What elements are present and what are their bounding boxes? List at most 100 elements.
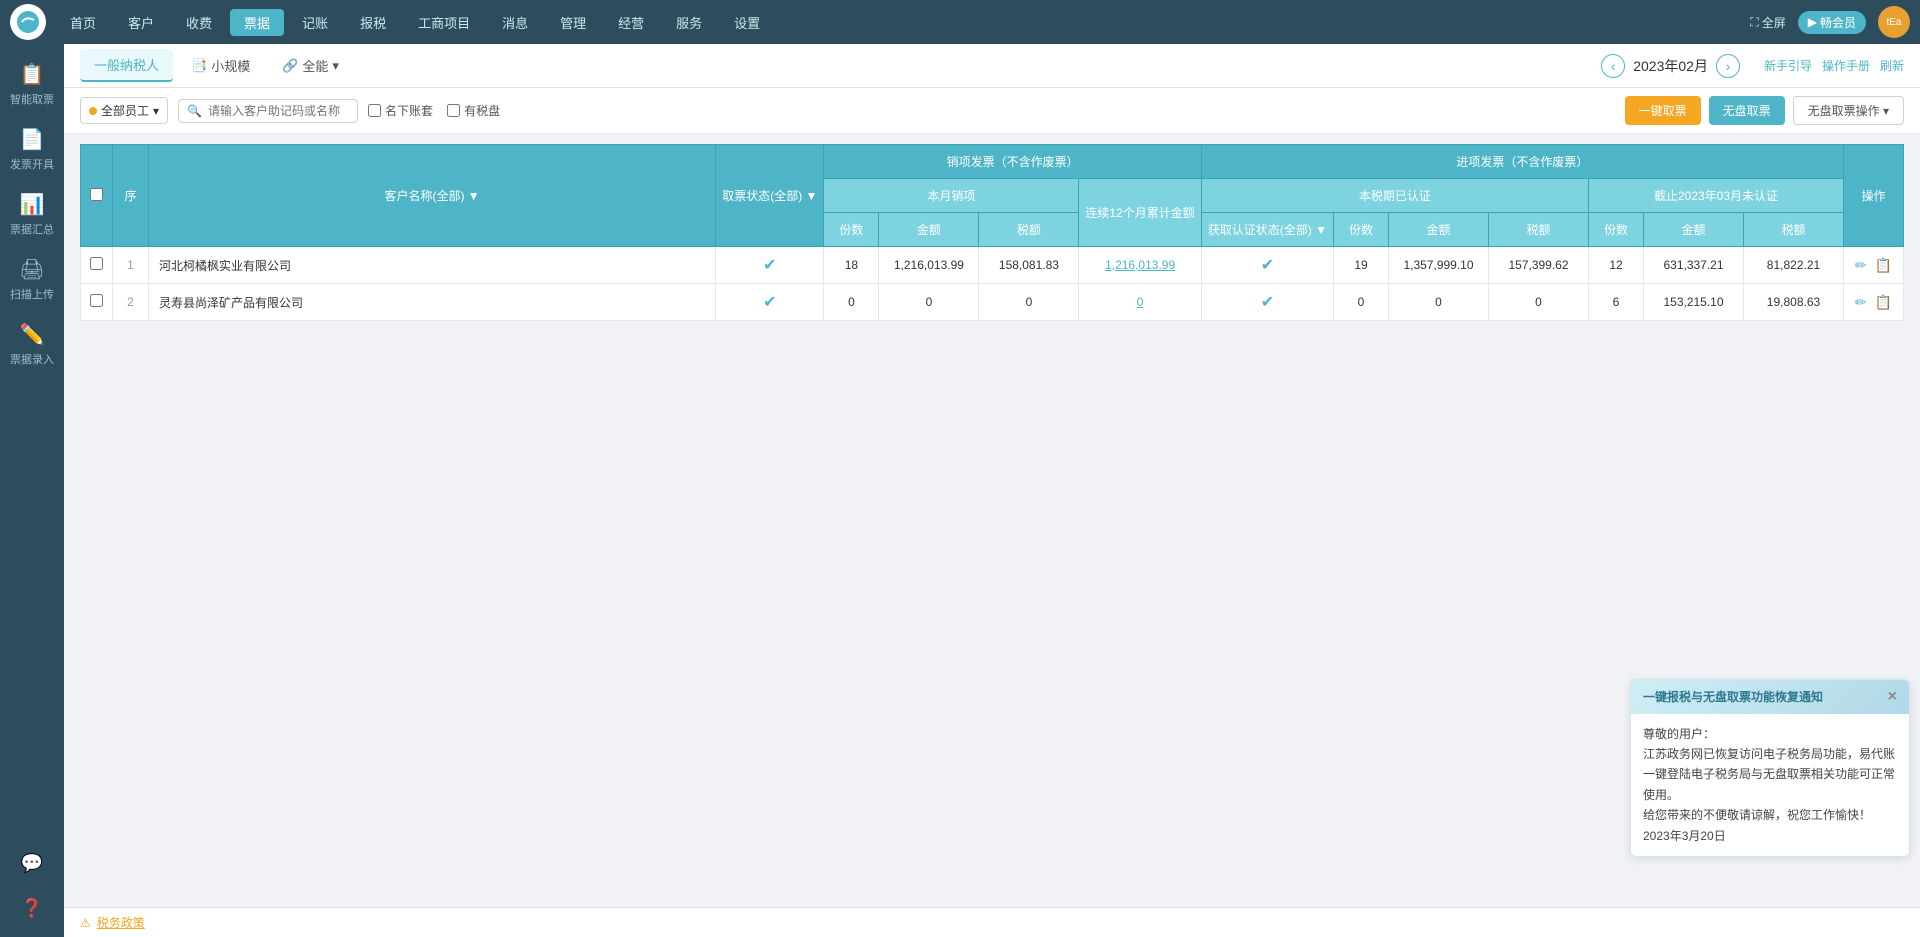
row-action-0: ✏ 📋 bbox=[1844, 247, 1904, 284]
th-checkbox bbox=[81, 145, 113, 247]
edit-icon-1[interactable]: ✏ bbox=[1855, 294, 1867, 311]
row-action-1: ✏ 📋 bbox=[1844, 284, 1904, 321]
sidebar-item-scan-upload[interactable]: 🖨 扫描上传 bbox=[4, 249, 60, 310]
invoice-open-icon: 📄 bbox=[20, 127, 45, 152]
row-index-0: 1 bbox=[113, 247, 149, 284]
search-box[interactable]: 🔍 bbox=[178, 99, 358, 123]
nav-items: 首页 客户 收费 票据 记账 报税 工商项目 消息 管理 经营 服务 设置 bbox=[56, 9, 1750, 36]
tab-general-taxpayer[interactable]: 一般纳税人 bbox=[80, 49, 173, 82]
th-cert-status: 获取认证状态(全部) ▼ bbox=[1201, 213, 1333, 247]
notification-close-btn[interactable]: × bbox=[1888, 688, 1897, 706]
detail-icon-1[interactable]: 📋 bbox=[1875, 294, 1892, 311]
sidebar-bottom: 💬 ❓ bbox=[4, 845, 60, 927]
nav-invoice[interactable]: 票据 bbox=[230, 9, 284, 36]
th-purchase-group: 进项发票（不含作废票） bbox=[1201, 145, 1843, 179]
tab-all[interactable]: 🔗 全能 ▾ bbox=[268, 50, 353, 81]
date-navigation: ‹ 2023年02月 › bbox=[1601, 54, 1740, 78]
scan-upload-icon: 🖨 bbox=[19, 257, 44, 282]
search-icon: 🔍 bbox=[187, 104, 202, 118]
edit-icon-0[interactable]: ✏ bbox=[1855, 257, 1867, 274]
nav-service[interactable]: 服务 bbox=[662, 9, 716, 36]
nav-manage[interactable]: 管理 bbox=[546, 9, 600, 36]
invoice-summary-icon: 📊 bbox=[20, 192, 45, 217]
checkbox-account-input[interactable] bbox=[368, 104, 381, 117]
table-row: 1 河北柯橘枫实业有限公司 ✔ 18 1,216,013.99 158,081.… bbox=[81, 247, 1904, 284]
th-purchase-tax: 税额 bbox=[1489, 213, 1589, 247]
row-sales-amount-0: 1,216,013.99 bbox=[879, 247, 979, 284]
next-month-btn[interactable]: › bbox=[1716, 54, 1740, 78]
help-icon: ❓ bbox=[21, 898, 43, 919]
row-checkbox-0[interactable] bbox=[81, 247, 113, 284]
no-disk-ticket-more-btn[interactable]: 无盘取票操作 ▾ bbox=[1793, 96, 1904, 125]
checkbox-account[interactable]: 名下账套 bbox=[368, 102, 433, 119]
sidebar-item-invoice-open[interactable]: 📄 发票开具 bbox=[4, 119, 60, 180]
tax-policy-link[interactable]: 税务政策 bbox=[97, 914, 145, 931]
fullscreen-btn[interactable]: ⛶ 全屏 bbox=[1750, 14, 1785, 31]
th-unverified-tax: 税额 bbox=[1744, 213, 1844, 247]
top-navigation: 首页 客户 收费 票据 记账 报税 工商项目 消息 管理 经营 服务 设置 ⛶ … bbox=[0, 0, 1920, 44]
th-client-name: 客户名称(全部) ▼ bbox=[149, 145, 716, 247]
vip-btn[interactable]: ▶ 畅会员 bbox=[1798, 11, 1866, 34]
refresh-btn[interactable]: 刷新 bbox=[1880, 57, 1904, 74]
smart-ticket-icon: 📋 bbox=[20, 62, 45, 87]
tab-small-scale[interactable]: 📑 小规模 bbox=[177, 50, 264, 81]
checkbox-taxpad-input[interactable] bbox=[447, 104, 460, 117]
row-unverified-tax-0: 81,822.21 bbox=[1744, 247, 1844, 284]
row-purchase-amount-1: 0 bbox=[1389, 284, 1489, 321]
filter-bar: 全部员工 ▾ 🔍 名下账套 有税盘 一键取票 无盘取票 无盘 bbox=[64, 88, 1920, 134]
nav-client[interactable]: 客户 bbox=[114, 9, 168, 36]
tab-bar: 一般纳税人 📑 小规模 🔗 全能 ▾ ‹ 2023年02月 › 新手引导 操作手… bbox=[64, 44, 1920, 88]
search-input[interactable] bbox=[208, 104, 348, 118]
tab-bar-actions: 新手引导 操作手册 刷新 bbox=[1764, 57, 1904, 74]
checkbox-taxpad[interactable]: 有税盘 bbox=[447, 102, 500, 119]
chat-icon: 💬 bbox=[21, 853, 43, 874]
avatar[interactable]: tEa bbox=[1878, 6, 1910, 38]
row-unverified-shares-1: 6 bbox=[1589, 284, 1644, 321]
invoice-entry-icon: ✏️ bbox=[20, 322, 45, 347]
table-row: 2 灵寿县尚泽矿产品有限公司 ✔ 0 0 0 0 ✔ 0 0 0 6 153,2… bbox=[81, 284, 1904, 321]
row-checkbox-1[interactable] bbox=[81, 284, 113, 321]
th-cumulative: 连续12个月累计金额 bbox=[1079, 179, 1201, 247]
row-purchase-shares-1: 0 bbox=[1334, 284, 1389, 321]
row-purchase-tax-0: 157,399.62 bbox=[1489, 247, 1589, 284]
th-sales-tax: 税额 bbox=[979, 213, 1079, 247]
sidebar-item-invoice-entry[interactable]: ✏️ 票据录入 bbox=[4, 314, 60, 375]
sidebar: 📋 智能取票 📄 发票开具 📊 票据汇总 🖨 扫描上传 ✏️ 票据录入 💬 ❓ bbox=[0, 44, 64, 937]
row-unverified-tax-1: 19,808.63 bbox=[1744, 284, 1844, 321]
row-unverified-amount-1: 153,215.10 bbox=[1644, 284, 1744, 321]
prev-month-btn[interactable]: ‹ bbox=[1601, 54, 1625, 78]
row-status-0: ✔ bbox=[716, 247, 824, 284]
row-sales-shares-0: 18 bbox=[824, 247, 879, 284]
operation-manual-btn[interactable]: 操作手册 bbox=[1822, 57, 1870, 74]
nav-tax[interactable]: 报税 bbox=[346, 9, 400, 36]
no-disk-ticket-btn[interactable]: 无盘取票 bbox=[1709, 96, 1785, 125]
th-action: 操作 bbox=[1844, 145, 1904, 247]
employee-filter[interactable]: 全部员工 ▾ bbox=[80, 97, 168, 124]
nav-operation[interactable]: 经营 bbox=[604, 9, 658, 36]
new-user-guide-btn[interactable]: 新手引导 bbox=[1764, 57, 1812, 74]
row-name-1: 灵寿县尚泽矿产品有限公司 bbox=[149, 284, 716, 321]
vip-icon: ▶ bbox=[1808, 15, 1817, 29]
th-ticket-status: 取票状态(全部) ▼ bbox=[716, 145, 824, 247]
sidebar-item-smart-ticket[interactable]: 📋 智能取票 bbox=[4, 54, 60, 115]
one-click-ticket-btn[interactable]: 一键取票 bbox=[1625, 96, 1701, 125]
detail-icon-0[interactable]: 📋 bbox=[1875, 257, 1892, 274]
nav-settings[interactable]: 设置 bbox=[720, 9, 774, 36]
th-monthly-sales: 本月销项 bbox=[824, 179, 1079, 213]
nav-message[interactable]: 消息 bbox=[488, 9, 542, 36]
sidebar-item-invoice-summary[interactable]: 📊 票据汇总 bbox=[4, 184, 60, 245]
th-sales-amount: 金额 bbox=[879, 213, 979, 247]
th-unverified: 截止2023年03月未认证 bbox=[1589, 179, 1844, 213]
logo bbox=[10, 4, 46, 40]
nav-fee[interactable]: 收费 bbox=[172, 9, 226, 36]
th-purchase-amount: 金额 bbox=[1389, 213, 1489, 247]
bottom-bar: ⚠ 税务政策 bbox=[64, 907, 1920, 937]
notification-panel: 一键报税与无盘取票功能恢复通知 × 尊敬的用户：江苏政务网已恢复访问电子税务局功… bbox=[1630, 679, 1910, 857]
nav-business[interactable]: 工商项目 bbox=[404, 9, 484, 36]
sidebar-help[interactable]: ❓ bbox=[4, 890, 60, 927]
nav-home[interactable]: 首页 bbox=[56, 9, 110, 36]
row-purchase-shares-0: 19 bbox=[1334, 247, 1389, 284]
select-all-checkbox[interactable] bbox=[90, 188, 103, 201]
sidebar-chat[interactable]: 💬 bbox=[4, 845, 60, 882]
nav-bookkeeping[interactable]: 记账 bbox=[288, 9, 342, 36]
